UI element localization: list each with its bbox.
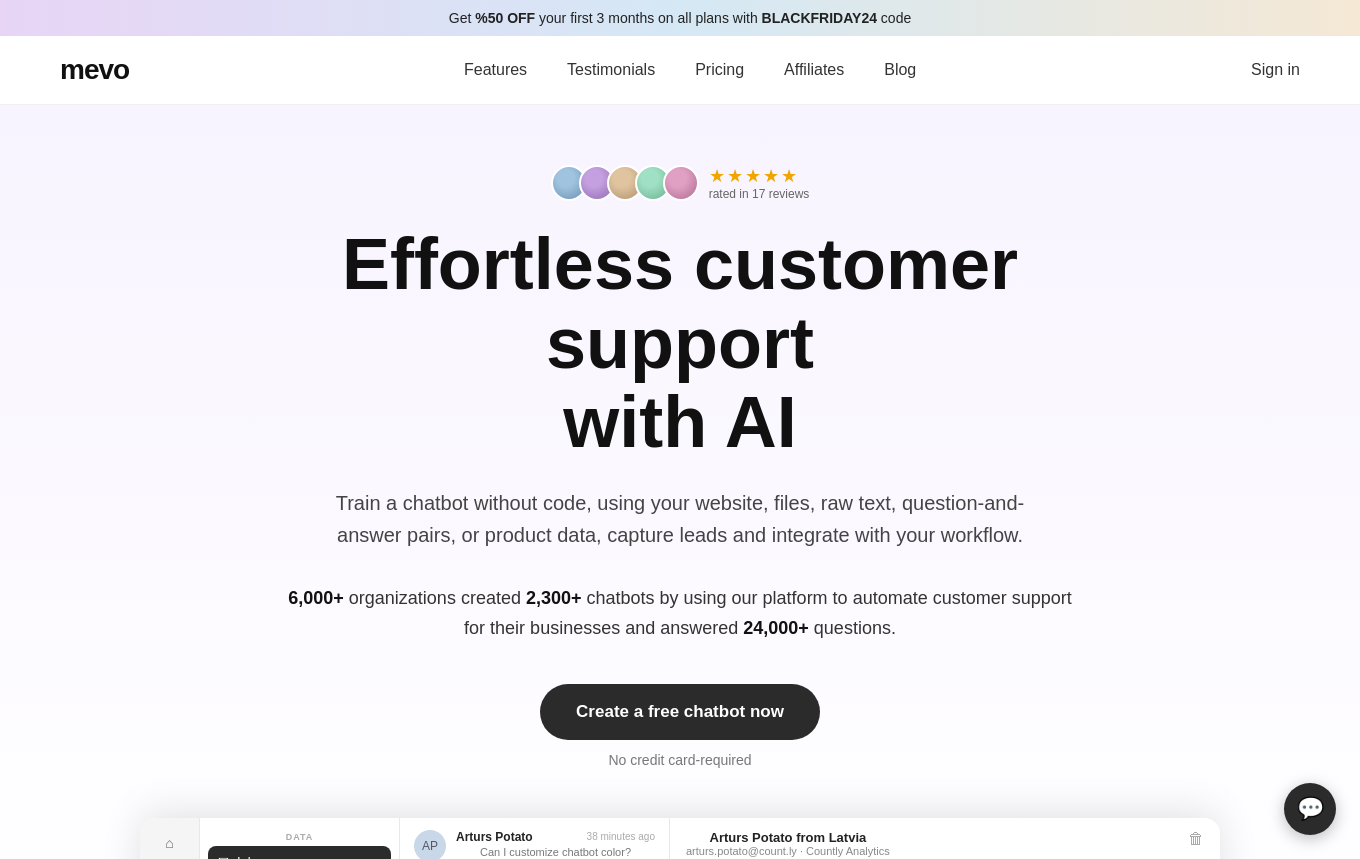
cta-button[interactable]: Create a free chatbot now: [540, 684, 820, 740]
stat1-num: 6,000+: [288, 588, 344, 608]
stat3-num: 24,000+: [743, 618, 809, 638]
nav-pricing[interactable]: Pricing: [695, 61, 744, 79]
hero-heading-line2: with AI: [563, 382, 796, 462]
stars-container: ★★★★★ rated in 17 reviews: [709, 165, 810, 201]
nav-features[interactable]: Features: [464, 61, 527, 79]
promo-banner: Get %50 OFF your first 3 months on all p…: [0, 0, 1360, 36]
chat-area: Arturs Potato from Latvia arturs.potato@…: [670, 818, 1220, 859]
conv-avatar-1: AP: [414, 830, 446, 859]
banner-text-suffix: code: [877, 10, 911, 26]
dashboard-preview: ⌂ ⚙ 👤 DATA ✉ Inbox LOGIC ▦ Products AP: [140, 818, 1220, 859]
chat-widget-icon: 💬: [1297, 796, 1324, 822]
banner-text-prefix: Get: [449, 10, 475, 26]
conv-name-1: Arturs Potato: [456, 830, 533, 844]
stat3-label: questions.: [809, 618, 896, 638]
home-icon: ⌂: [159, 832, 181, 854]
inbox-icon: ✉: [218, 854, 229, 859]
conv-msg-1: Can I customize chatbot color?: [456, 846, 655, 858]
hero-section: ★★★★★ rated in 17 reviews Effortless cus…: [0, 105, 1360, 859]
conv-body-1: Arturs Potato 38 minutes ago Can I custo…: [456, 830, 655, 858]
menu-inbox-label: Inbox: [237, 854, 269, 859]
conversations-list: AP Arturs Potato 38 minutes ago Can I cu…: [400, 818, 670, 859]
hero-stats: 6,000+ organizations created 2,300+ chat…: [280, 583, 1080, 644]
banner-code: BLACKFRIDAY24: [762, 10, 877, 26]
conv-time-1: 38 minutes ago: [587, 831, 655, 842]
nav-testimonials[interactable]: Testimonials: [567, 61, 655, 79]
hero-heading: Effortless customer support with AI: [230, 225, 1130, 463]
nav-links: Features Testimonials Pricing Affiliates…: [464, 61, 916, 79]
dashboard-left-panel: DATA ✉ Inbox LOGIC ▦ Products: [200, 818, 400, 859]
menu-inbox[interactable]: ✉ Inbox: [208, 846, 391, 859]
star-rating: ★★★★★: [709, 165, 799, 187]
stat2-num: 2,300+: [526, 588, 582, 608]
chat-user-sub: arturs.potato@count.ly · Countly Analyti…: [686, 845, 890, 857]
nav-affiliates[interactable]: Affiliates: [784, 61, 844, 79]
rated-text: rated in 17 reviews: [709, 187, 810, 201]
avatar-group: [551, 165, 699, 201]
social-proof: ★★★★★ rated in 17 reviews: [40, 165, 1320, 201]
chat-support-widget[interactable]: 💬: [1284, 783, 1336, 835]
chat-user-name: Arturs Potato from Latvia: [686, 830, 890, 845]
avatar: [663, 165, 699, 201]
conversation-item[interactable]: AP Arturs Potato 38 minutes ago Can I cu…: [400, 818, 669, 859]
section-data-label: DATA: [200, 828, 399, 846]
hero-subtext: Train a chatbot without code, using your…: [320, 487, 1040, 551]
stat1-label: organizations created: [344, 588, 526, 608]
banner-discount: %50 OFF: [475, 10, 535, 26]
chat-header: Arturs Potato from Latvia arturs.potato@…: [686, 830, 1204, 857]
nav-blog[interactable]: Blog: [884, 61, 916, 79]
banner-text-mid: your first 3 months on all plans with: [535, 10, 761, 26]
navbar: mevo Features Testimonials Pricing Affil…: [0, 36, 1360, 105]
no-credit-text: No credit card-required: [40, 752, 1320, 768]
trash-icon[interactable]: 🗑: [1188, 830, 1204, 848]
chat-user-info: Arturs Potato from Latvia arturs.potato@…: [686, 830, 890, 857]
signin-link[interactable]: Sign in: [1251, 61, 1300, 79]
conv-header-1: Arturs Potato 38 minutes ago: [456, 830, 655, 844]
cta-container: Create a free chatbot now No credit card…: [40, 684, 1320, 768]
dashboard-sidebar: ⌂ ⚙ 👤: [140, 818, 200, 859]
hero-heading-line1: Effortless customer support: [342, 224, 1018, 383]
site-logo[interactable]: mevo: [60, 54, 129, 86]
